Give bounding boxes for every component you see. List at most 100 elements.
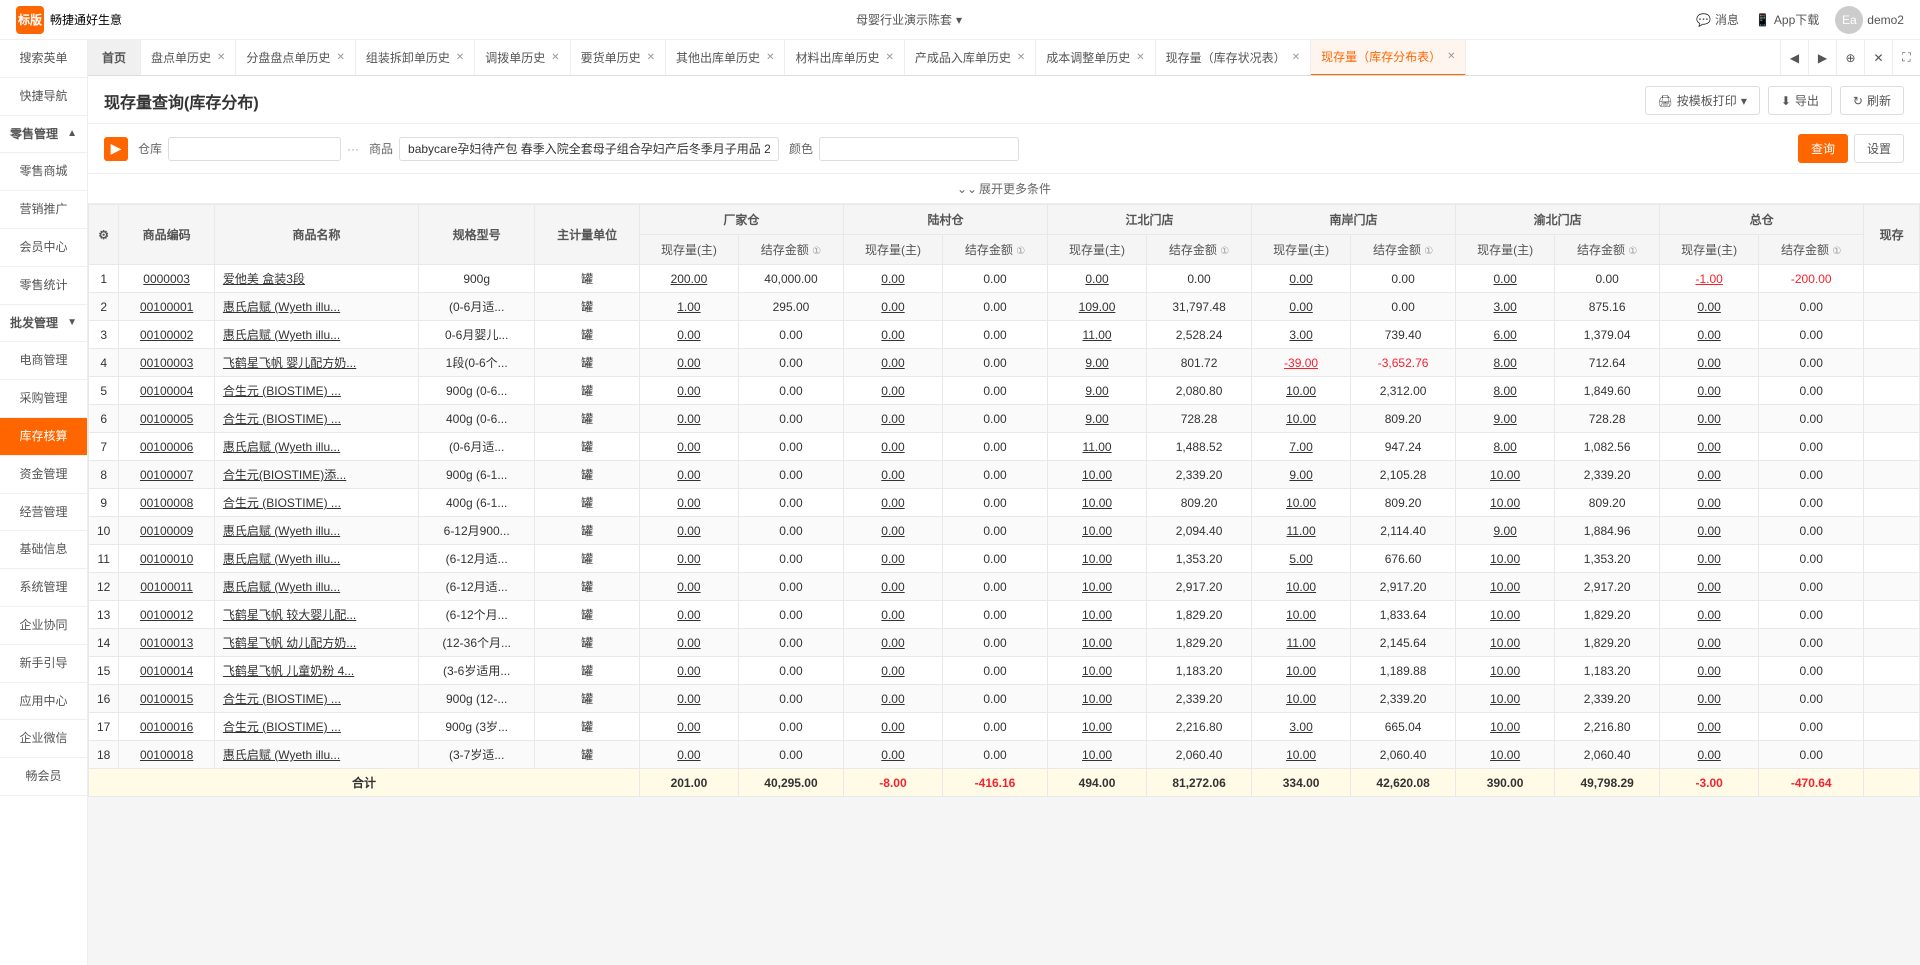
warehouse-input[interactable] [168,137,341,161]
td-nanan-qty[interactable]: 10.00 [1252,741,1351,769]
td-yubei-qty[interactable]: 8.00 [1456,377,1555,405]
lu-amt-info-icon[interactable]: ① [1016,246,1025,257]
td-total-qty[interactable]: 0.00 [1660,377,1759,405]
td-yubei-qty[interactable]: 3.00 [1456,293,1555,321]
sidebar-item-search-hero[interactable]: 搜索英单 [0,40,87,78]
td-jiangbei-qty[interactable]: 9.00 [1047,405,1146,433]
td-nanan-qty[interactable]: 10.00 [1252,601,1351,629]
sidebar-item-retail-shop[interactable]: 零售商城 [0,153,87,191]
td-nanan-qty[interactable]: 10.00 [1252,377,1351,405]
td-code[interactable]: 00100003 [119,349,215,377]
system-selector[interactable]: 母婴行业演示陈套 ▾ [856,11,962,28]
sidebar-item-inventory[interactable]: 库存核算 [0,418,87,456]
td-nanan-qty[interactable]: 0.00 [1252,293,1351,321]
td-name[interactable]: 合生元 (BIOSTIME) ... [214,489,418,517]
td-factory-qty[interactable]: 0.00 [639,377,738,405]
td-name[interactable]: 惠氏启赋 (Wyeth illu... [214,741,418,769]
td-total-qty[interactable]: 0.00 [1660,293,1759,321]
td-nanan-qty[interactable]: 10.00 [1252,657,1351,685]
td-factory-qty[interactable]: 0.00 [639,573,738,601]
td-factory-qty[interactable]: 0.00 [639,405,738,433]
td-yubei-qty[interactable]: 10.00 [1456,629,1555,657]
td-yubei-qty[interactable]: 10.00 [1456,741,1555,769]
td-code[interactable]: 00100001 [119,293,215,321]
td-total-qty[interactable]: -1.00 [1660,265,1759,293]
td-nanan-qty[interactable]: -39.00 [1252,349,1351,377]
close-tab-stock-dist[interactable]: ✕ [1447,51,1455,62]
td-lu-qty[interactable]: 0.00 [843,601,942,629]
td-nanan-qty[interactable]: 0.00 [1252,265,1351,293]
td-nanan-qty[interactable]: 10.00 [1252,405,1351,433]
table-container[interactable]: ⚙ 商品编码 商品名称 规格型号 主计量单位 厂家仓 陆村仓 江北门店 南岸门店… [88,204,1920,943]
td-lu-qty[interactable]: 0.00 [843,629,942,657]
td-total-qty[interactable]: 0.00 [1660,713,1759,741]
td-code[interactable]: 00100015 [119,685,215,713]
td-factory-qty[interactable]: 0.00 [639,657,738,685]
sidebar-item-purchase[interactable]: 采购管理 [0,380,87,418]
td-jiangbei-qty[interactable]: 10.00 [1047,713,1146,741]
td-yubei-qty[interactable]: 10.00 [1456,685,1555,713]
sidebar-item-retail-stats[interactable]: 零售统计 [0,267,87,305]
close-tab-material-outbound[interactable]: ✕ [885,52,893,63]
td-code[interactable]: 00100018 [119,741,215,769]
td-code[interactable]: 00100010 [119,545,215,573]
td-name[interactable]: 飞鹤星飞帆 儿童奶粉 4... [214,657,418,685]
td-jiangbei-qty[interactable]: 0.00 [1047,265,1146,293]
td-name[interactable]: 合生元 (BIOSTIME) ... [214,713,418,741]
td-jiangbei-qty[interactable]: 10.00 [1047,629,1146,657]
td-name[interactable]: 爱他美 盒装3段 [214,265,418,293]
sidebar-item-corp-collab[interactable]: 企业协同 [0,607,87,645]
tab-prev-btn[interactable]: ◀ [1780,40,1808,76]
td-factory-qty[interactable]: 0.00 [639,433,738,461]
tab-sub-stocktake[interactable]: 分盘盘点单历史 ✕ [236,40,355,76]
expand-conditions-btn[interactable]: ⌄⌄ 展开更多条件 [957,180,1051,197]
close-tab-product-inbound[interactable]: ✕ [1017,52,1025,63]
sidebar-item-app-center[interactable]: 应用中心 [0,683,87,721]
td-total-qty[interactable]: 0.00 [1660,321,1759,349]
td-factory-qty[interactable]: 0.00 [639,545,738,573]
td-yubei-qty[interactable]: 6.00 [1456,321,1555,349]
td-code[interactable]: 00100014 [119,657,215,685]
td-factory-qty[interactable]: 0.00 [639,629,738,657]
td-yubei-qty[interactable]: 10.00 [1456,713,1555,741]
td-code[interactable]: 00100004 [119,377,215,405]
tab-stock-status[interactable]: 现存量（库存状况表） ✕ [1156,40,1311,76]
td-code[interactable]: 00100006 [119,433,215,461]
td-factory-qty[interactable]: 1.00 [639,293,738,321]
settings-btn[interactable]: 设置 [1854,134,1904,163]
td-nanan-qty[interactable]: 3.00 [1252,713,1351,741]
td-code[interactable]: 00100005 [119,405,215,433]
td-name[interactable]: 惠氏启赋 (Wyeth illu... [214,321,418,349]
td-factory-qty[interactable]: 200.00 [639,265,738,293]
close-tab-combo-disassemble[interactable]: ✕ [456,52,464,63]
td-jiangbei-qty[interactable]: 10.00 [1047,685,1146,713]
td-factory-qty[interactable]: 0.00 [639,713,738,741]
td-nanan-qty[interactable]: 11.00 [1252,629,1351,657]
close-tab-other-outbound[interactable]: ✕ [766,52,774,63]
td-lu-qty[interactable]: 0.00 [843,377,942,405]
td-code[interactable]: 00100013 [119,629,215,657]
td-jiangbei-qty[interactable]: 10.00 [1047,573,1146,601]
td-jiangbei-qty[interactable]: 109.00 [1047,293,1146,321]
sidebar-item-member[interactable]: 会员中心 [0,229,87,267]
td-nanan-qty[interactable]: 10.00 [1252,685,1351,713]
tab-stock-dist[interactable]: 现存量（库存分布表） ✕ [1311,40,1466,76]
td-lu-qty[interactable]: 0.00 [843,321,942,349]
td-jiangbei-qty[interactable]: 11.00 [1047,433,1146,461]
td-total-qty[interactable]: 0.00 [1660,349,1759,377]
td-total-qty[interactable]: 0.00 [1660,573,1759,601]
tab-combo-disassemble[interactable]: 组装拆卸单历史 ✕ [356,40,475,76]
tab-stocktake-hist[interactable]: 盘点单历史 ✕ [141,40,236,76]
nanan-amt-info-icon[interactable]: ① [1424,246,1433,257]
td-total-qty[interactable]: 0.00 [1660,433,1759,461]
goods-input[interactable] [399,137,779,161]
td-total-qty[interactable]: 0.00 [1660,517,1759,545]
td-factory-qty[interactable]: 0.00 [639,741,738,769]
close-tab-stock-status[interactable]: ✕ [1292,52,1300,63]
app-download-btn[interactable]: 📱 App下载 [1755,11,1819,28]
td-jiangbei-qty[interactable]: 10.00 [1047,517,1146,545]
td-lu-qty[interactable]: 0.00 [843,293,942,321]
td-total-qty[interactable]: 0.00 [1660,741,1759,769]
messages-btn[interactable]: 💬 消息 [1696,11,1739,28]
td-yubei-qty[interactable]: 10.00 [1456,573,1555,601]
